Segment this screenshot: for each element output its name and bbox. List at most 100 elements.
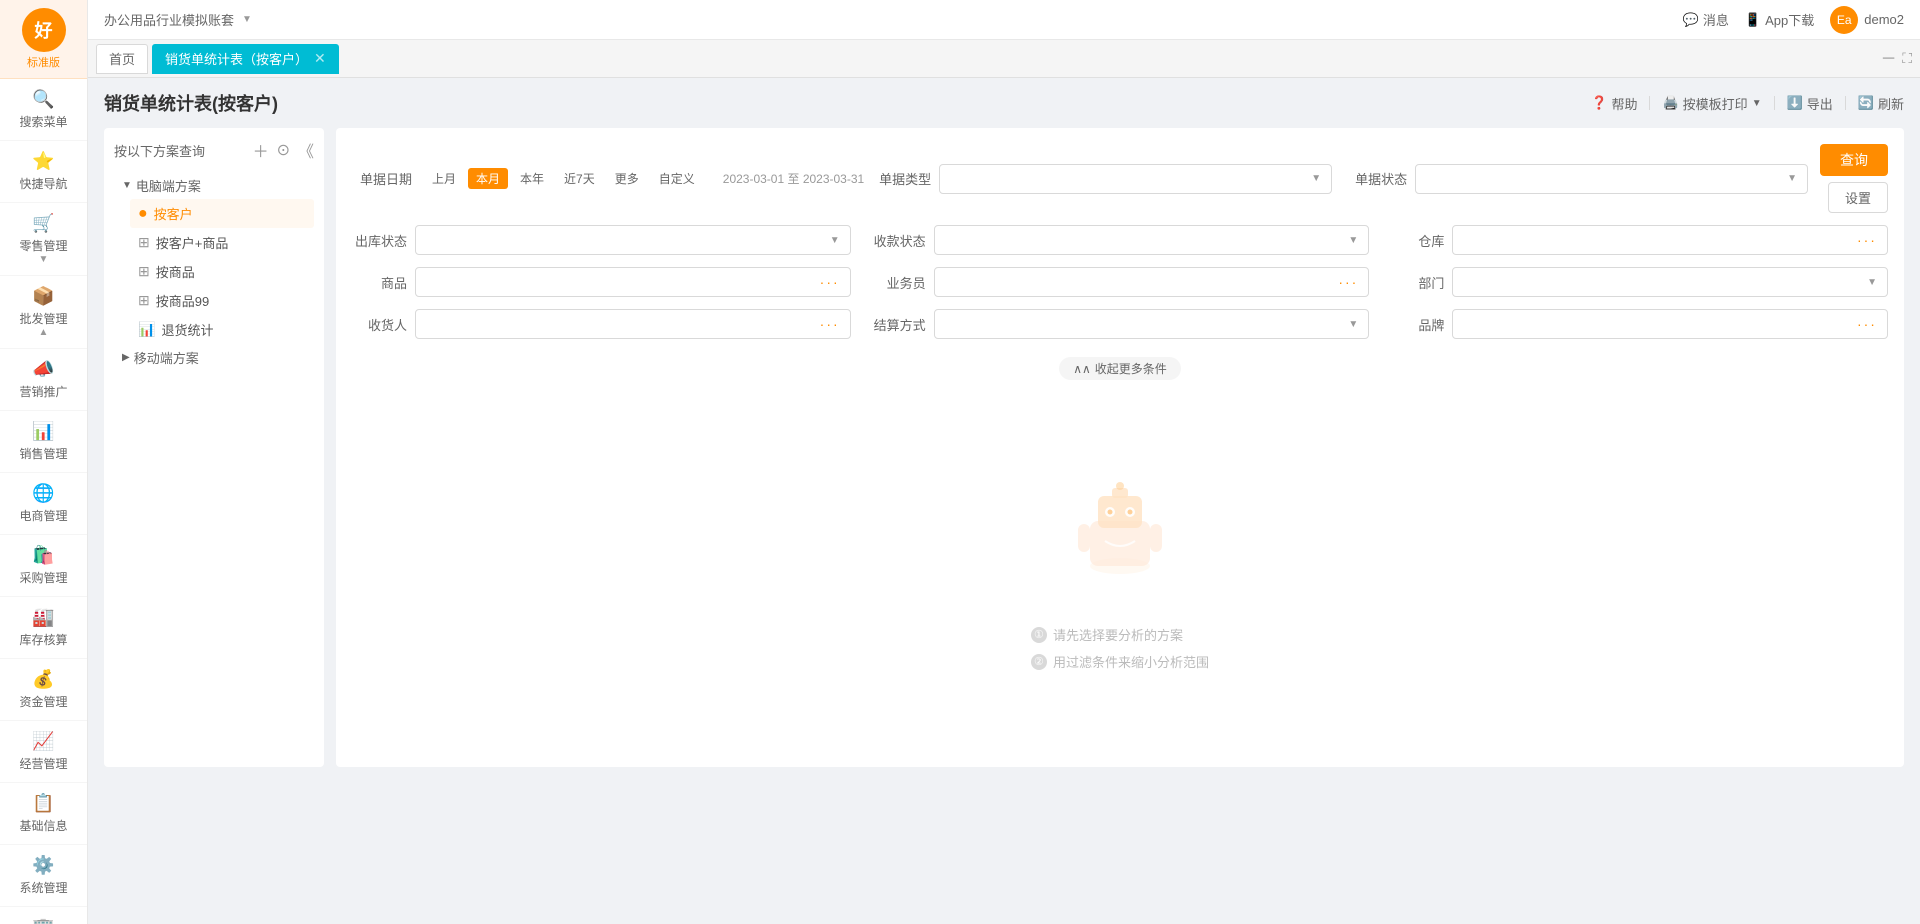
sidebar-item-wholesale[interactable]: 📦 批发管理 ▲ <box>0 276 87 349</box>
topbar: 办公用品行业模拟账套 ▼ 💬 消息 📱 App下载 Ea demo2 <box>88 0 1920 40</box>
purchase-icon: 🛍️ <box>32 545 54 566</box>
sidebar-item-retail[interactable]: 🛒 零售管理 ▼ <box>0 203 87 276</box>
out-status-arrow: ▼ <box>830 235 840 246</box>
department-select[interactable]: ▼ <box>1452 267 1888 297</box>
warehouse-dots: ··· <box>1857 232 1877 248</box>
doc-type-select[interactable]: ▼ <box>939 164 1332 194</box>
query-button[interactable]: 查询 <box>1820 144 1888 176</box>
refresh-scheme-btn[interactable]: ⊙ <box>277 140 290 160</box>
tree-child-by-customer-product[interactable]: ⊞ 按客户+商品 <box>130 228 314 257</box>
print-template-btn[interactable]: 🖨️ 按模板打印 ▼ <box>1662 94 1761 113</box>
system-icon: ⚙️ <box>32 855 54 876</box>
brand-input[interactable]: ··· <box>1452 309 1888 339</box>
payment-status-select[interactable]: ▼ <box>934 225 1370 255</box>
sidebar-item-search[interactable]: 🔍 搜索菜单 <box>0 79 87 141</box>
refresh-icon: 🔄 <box>1858 95 1874 111</box>
settings-button[interactable]: 设置 <box>1828 182 1888 213</box>
collapse-label: 收起更多条件 <box>1095 360 1167 377</box>
empty-state: ① 请先选择要分析的方案 ② 用过滤条件来缩小分析范围 <box>352 386 1888 751</box>
tree-section-pc[interactable]: ▼ 电脑端方案 <box>114 172 314 199</box>
message-btn[interactable]: 💬 消息 <box>1683 10 1729 29</box>
left-panel: 按以下方案查询 ＋ ⊙ 《 ▼ 电脑端方 <box>104 128 324 767</box>
left-panel-header: 按以下方案查询 ＋ ⊙ 《 <box>114 138 314 162</box>
settlement-select[interactable]: ▼ <box>934 309 1370 339</box>
out-status-select[interactable]: ▼ <box>415 225 851 255</box>
collapse-scheme-btn[interactable]: 《 <box>298 138 314 162</box>
tree-collapse-icon: ▶ <box>122 352 130 363</box>
basic-icon: 📋 <box>32 793 54 814</box>
filter-settlement: 结算方式 ▼ <box>871 309 1370 339</box>
filter-row-4: 收货人 ··· 结算方式 ▼ <box>352 309 1888 339</box>
salesperson-input[interactable]: ··· <box>934 267 1370 297</box>
tree-child-by-customer-product-label: 按客户+商品 <box>156 233 229 252</box>
sidebar-item-inventory-label: 库存核算 <box>19 631 67 648</box>
sidebar-logo: 好 标准版 <box>0 0 87 79</box>
sidebar-item-purchase[interactable]: 🛍️ 采购管理 <box>0 535 87 597</box>
industry-dropdown-arrow[interactable]: ▼ <box>242 14 252 25</box>
ds-this-month[interactable]: 本月 <box>468 168 508 189</box>
sales-icon: 📊 <box>32 421 54 442</box>
tab-sales-stat-label: 销货单统计表（按客户） <box>165 49 308 68</box>
add-scheme-btn[interactable]: ＋ <box>253 138 269 162</box>
sidebar-item-system[interactable]: ⚙️ 系统管理 <box>0 845 87 907</box>
collapse-btn[interactable]: ∧∧ 收起更多条件 <box>1059 357 1181 380</box>
hint-num-2: ② <box>1031 654 1047 670</box>
tree-child-return-stat[interactable]: 📊 退货统计 <box>130 315 314 344</box>
sidebar-item-operation[interactable]: 📈 经营管理 <box>0 721 87 783</box>
refresh-btn[interactable]: 🔄 刷新 <box>1858 94 1904 113</box>
sidebar-item-enterprise[interactable]: 🏢 企业协同 <box>0 907 87 924</box>
hint-text-1: 请先选择要分析的方案 <box>1053 625 1183 644</box>
tab-close-icon[interactable]: ✕ <box>314 50 326 67</box>
date-shortcuts: 上月 本月 本年 近7天 更多 自定义 <box>424 168 703 189</box>
tree-child-by-product99-label: 按商品99 <box>156 291 209 310</box>
tree-child-by-product[interactable]: ⊞ 按商品 <box>130 257 314 286</box>
filter-row-2: 出库状态 ▼ 收款状态 ▼ <box>352 225 1888 255</box>
ds-more[interactable]: 更多 <box>607 168 647 189</box>
tree-child-by-customer[interactable]: ● 按客户 <box>130 199 314 228</box>
sidebar-item-system-label: 系统管理 <box>19 879 67 896</box>
tree-section-mobile[interactable]: ▶ 移动端方案 <box>114 344 314 371</box>
ds-last-month[interactable]: 上月 <box>424 168 464 189</box>
tab-maximize-btn[interactable]: ⛶ <box>1902 50 1912 67</box>
tree-expand-icon: ▼ <box>122 180 132 191</box>
sidebar-item-sales[interactable]: 📊 销售管理 <box>0 411 87 473</box>
ds-custom[interactable]: 自定义 <box>651 168 703 189</box>
doc-status-select[interactable]: ▼ <box>1415 164 1808 194</box>
app-download-btn[interactable]: 📱 App下载 <box>1745 10 1814 29</box>
search-icon: 🔍 <box>32 89 54 110</box>
sidebar-item-finance[interactable]: 💰 资金管理 <box>0 659 87 721</box>
selected-scheme-icon: ● <box>138 205 148 223</box>
sidebar-item-purchase-label: 采购管理 <box>19 569 67 586</box>
print-label: 按模板打印 <box>1683 94 1748 113</box>
sidebar-item-basic[interactable]: 📋 基础信息 <box>0 783 87 845</box>
avatar-text: Ea <box>1837 13 1852 27</box>
sidebar-item-shortcuts[interactable]: ⭐ 快捷导航 <box>0 141 87 203</box>
avatar: Ea <box>1830 6 1858 34</box>
grid-icon-3: ⊞ <box>138 292 150 309</box>
main-panel: 按以下方案查询 ＋ ⊙ 《 ▼ 电脑端方 <box>104 128 1904 767</box>
warehouse-label: 仓库 <box>1389 231 1444 250</box>
warehouse-input[interactable]: ··· <box>1452 225 1888 255</box>
tree-child-return-stat-label: 退货统计 <box>161 320 213 339</box>
tree-child-by-product99[interactable]: ⊞ 按商品99 <box>130 286 314 315</box>
doc-status-arrow: ▼ <box>1787 173 1797 184</box>
ds-last-7days[interactable]: 近7天 <box>556 168 603 189</box>
message-icon: 💬 <box>1683 12 1699 28</box>
tab-sales-stat[interactable]: 销货单统计表（按客户） ✕ <box>152 44 339 74</box>
tab-home[interactable]: 首页 <box>96 44 148 74</box>
ds-this-year[interactable]: 本年 <box>512 168 552 189</box>
product-label: 商品 <box>352 273 407 292</box>
sidebar-item-marketing[interactable]: 📣 营销推广 <box>0 349 87 411</box>
empty-svg <box>1060 466 1180 586</box>
tab-minimize-btn[interactable]: ─ <box>1883 50 1894 68</box>
receiver-input[interactable]: ··· <box>415 309 851 339</box>
tree-child-by-customer-label: 按客户 <box>154 204 193 223</box>
sidebar-item-inventory[interactable]: 🏭 库存核算 <box>0 597 87 659</box>
sidebar-item-ecommerce[interactable]: 🌐 电商管理 <box>0 473 87 535</box>
help-icon: ❓ <box>1591 95 1607 111</box>
user-menu-btn[interactable]: Ea demo2 <box>1830 6 1904 34</box>
product-input[interactable]: ··· <box>415 267 851 297</box>
help-btn[interactable]: ❓ 帮助 <box>1591 94 1637 113</box>
scheme-tree: ▼ 电脑端方案 ● 按客户 ⊞ 按客户+商品 <box>114 172 314 371</box>
export-btn[interactable]: ⬇️ 导出 <box>1787 94 1833 113</box>
